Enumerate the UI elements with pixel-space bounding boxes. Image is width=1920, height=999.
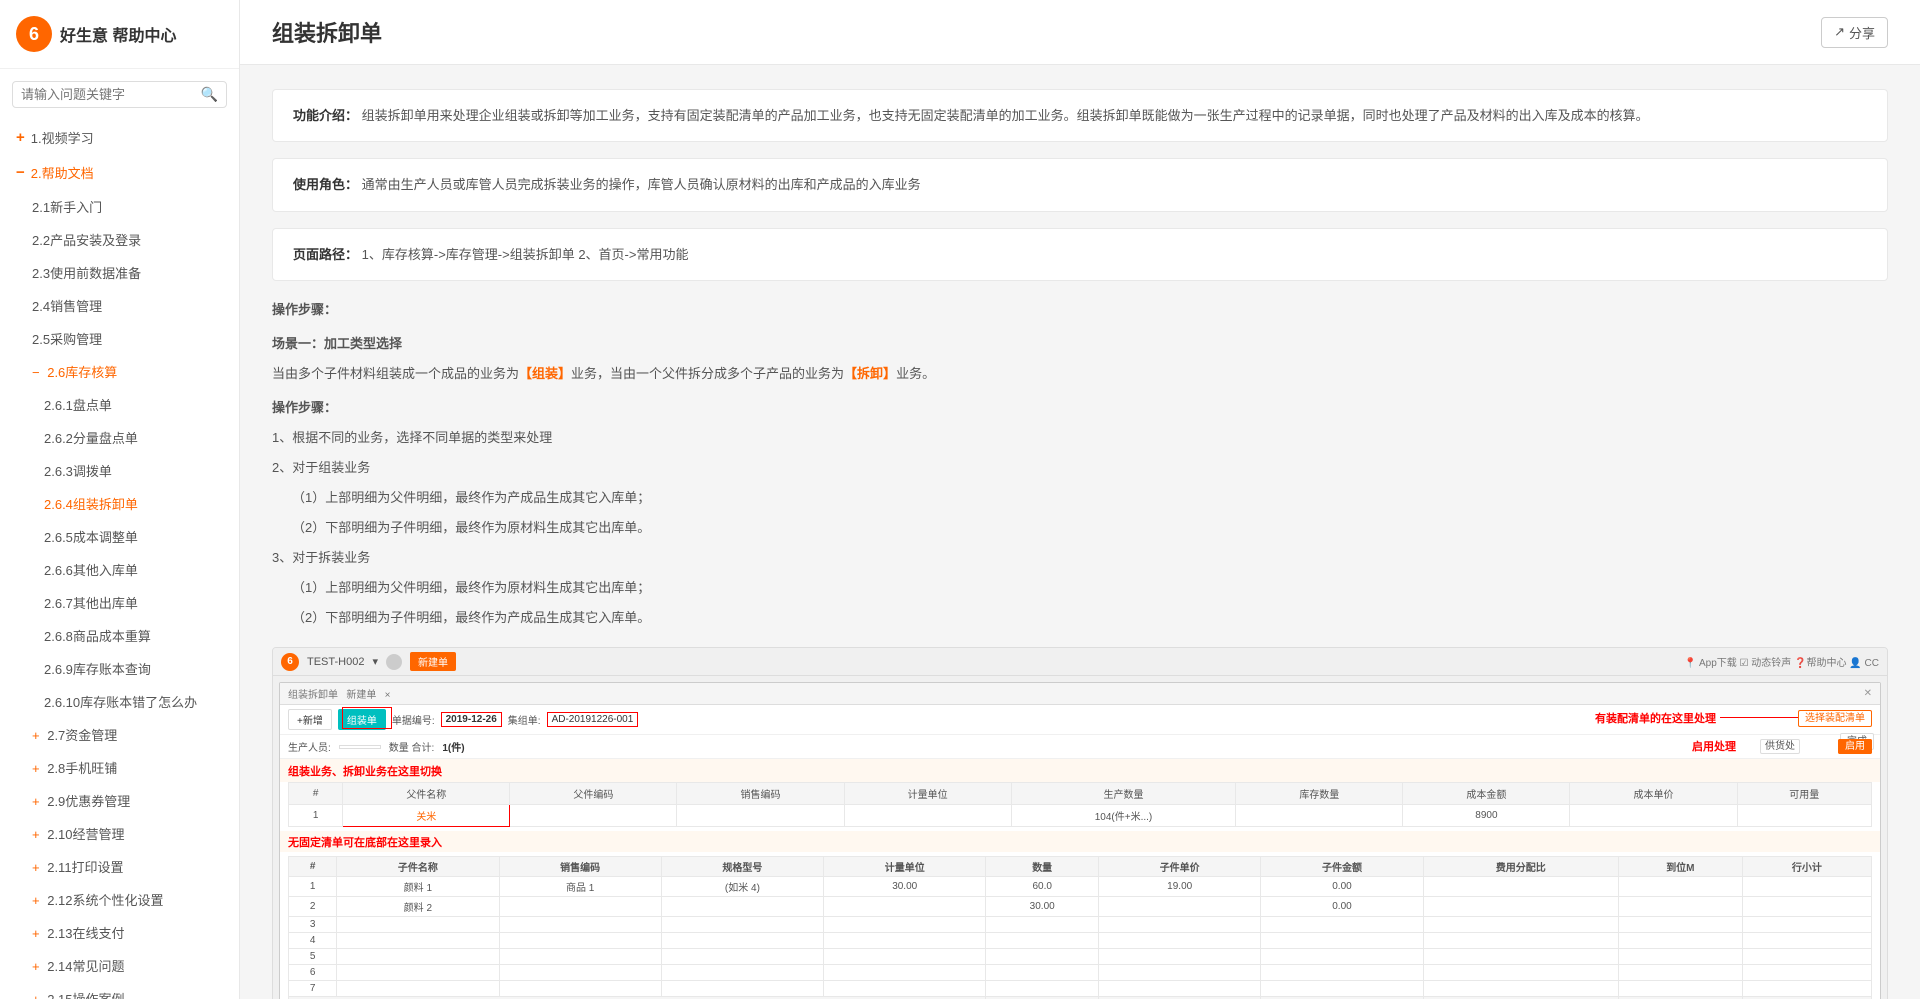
annotation-4: 无固定清单可在底部在这里录入 [288, 837, 442, 849]
sidebar-item-assembly[interactable]: 2.6.4组装拆卸单 [0, 487, 239, 520]
path-label: 页面路径： [293, 247, 358, 262]
mock-bill-no: AD-20191226-001 [547, 712, 639, 727]
role-box: 使用角色： 通常由生产人员或库管人员完成拆装业务的操作，库管人员确认原材料的出库… [272, 158, 1888, 211]
sidebar-item-sales[interactable]: 2.4销售管理 [0, 289, 239, 322]
intro-box: 功能介绍： 组装拆卸单用来处理企业组装或拆卸等加工业务，支持有固定装配清单的产品… [272, 89, 1888, 142]
app-title: 好生意 帮助中心 [60, 22, 176, 46]
sidebar-item-stock-query[interactable]: 2.6.9库存账本查询 [0, 652, 239, 685]
main-header: 组装拆卸单 ↗ 分享 [240, 0, 1920, 65]
mock-btn-new: +新增 [288, 709, 332, 730]
role-label: 使用角色： [293, 177, 358, 192]
sidebar-item-data-prep[interactable]: 2.3使用前数据准备 [0, 256, 239, 289]
mock-bill-date: 2019-12-26 [441, 712, 502, 727]
page-title: 组装拆卸单 [272, 16, 382, 48]
mock-logo: 6 [281, 653, 299, 671]
table-row: 1 关米 104(件+米...) 8900 [289, 805, 1872, 827]
sidebar-item-label: 1.视频学习 [31, 128, 94, 147]
step2-1: （1）上部明细为父件明细，最终作为产成品生成其它入库单； [272, 485, 1888, 511]
annotation-2: 组装业务、拆卸业务在这里切换 [288, 766, 442, 778]
scene1-label: 场景一：加工类型选择 [272, 331, 1888, 357]
sidebar-item-install[interactable]: 2.2产品安装及登录 [0, 223, 239, 256]
sidebar-item-ops[interactable]: + 2.10经营管理 [0, 817, 239, 850]
table-row: 5 [289, 949, 1872, 965]
step3: 3、对于拆装业务 [272, 545, 1888, 571]
expand-icon: + [16, 129, 25, 146]
path-text: 1、库存核算->库存管理->组装拆卸单 2、首页->常用功能 [362, 247, 689, 262]
step3-1: （1）上部明细为父件明细，最终作为原材料生成其它出库单； [272, 575, 1888, 601]
table-row: 1 颜料 1 商品 1 (如米 4) 30.00 60.0 19.00 0.00 [289, 877, 1872, 897]
mock-btn-enable: 启用 [1838, 739, 1872, 754]
screenshot-container: 6 TEST-H002 ▾ 新建单 📍 App下载 ☑ 动态铃声 ❓帮助中心 👤… [272, 647, 1888, 999]
ops-steps-label: 操作步骤： [272, 395, 1888, 421]
sidebar-item-cases[interactable]: + 2.15操作案例 [0, 982, 239, 999]
sidebar-item-cost-adjust[interactable]: 2.6.5成本调整单 [0, 520, 239, 553]
sidebar-item-other-out[interactable]: 2.6.7其他出库单 [0, 586, 239, 619]
mock-btn-type: 组装单 [338, 709, 386, 730]
child-table: # 子件名称 销售编码 规格型号 计量单位 数量 子件单价 子件金额 费用分配比 [288, 856, 1872, 999]
ops-label: 操作步骤： [272, 297, 1888, 323]
step2-2: （2）下部明细为子件明细，最终作为原材料生成其它出库单。 [272, 515, 1888, 541]
table-row: 7 [289, 981, 1872, 997]
annotation-3: 启用处理 [1688, 737, 1740, 755]
intro-label: 功能介绍： [293, 108, 358, 123]
logo-area: 6 好生意 帮助中心 [0, 0, 239, 69]
sidebar-item-stock-err[interactable]: 2.6.10库存账本错了怎么办 [0, 685, 239, 718]
share-icon: ↗ [1834, 24, 1845, 40]
sidebar-item-coupon[interactable]: + 2.9优惠券管理 [0, 784, 239, 817]
mock-screen: 6 TEST-H002 ▾ 新建单 📍 App下载 ☑ 动态铃声 ❓帮助中心 👤… [273, 648, 1887, 999]
annotation-1: 有装配清单的在这里处理 [1591, 709, 1720, 727]
annotation4-area: 无固定清单可在底部在这里录入 [280, 831, 1880, 852]
collapse-icon: − [16, 164, 25, 181]
sidebar-item-faq[interactable]: + 2.14常见问题 [0, 949, 239, 982]
sidebar-item-label: 2.帮助文档 [31, 163, 94, 182]
sidebar-item-adjust[interactable]: 2.6.3调拨单 [0, 454, 239, 487]
scene1-desc: 当由多个子件材料组装成一个成品的业务为【组装】业务，当由一个父件拆分成多个子产品… [272, 361, 1888, 387]
main-content-area: 组装拆卸单 ↗ 分享 功能介绍： 组装拆卸单用来处理企业组装或拆卸等加工业务，支… [240, 0, 1920, 999]
top-table-area: # 父件名称 父件编码 销售编码 计量单位 生产数量 库存数量 成本金额 成本单… [280, 782, 1880, 831]
logo-icon: 6 [16, 16, 52, 52]
mock-window: 组装拆卸单 新建单 × ✕ +新增 组装单 单据编号: 2019-12-26 集… [279, 682, 1881, 999]
table-row: 4 [289, 933, 1872, 949]
search-icon[interactable]: 🔍 [201, 86, 218, 103]
mock-window-bar: 组装拆卸单 新建单 × ✕ [280, 683, 1880, 705]
step1: 1、根据不同的业务，选择不同单据的类型来处理 [272, 425, 1888, 451]
main-body: 功能介绍： 组装拆卸单用来处理企业组装或拆卸等加工业务，支持有固定装配清单的产品… [240, 65, 1920, 999]
sidebar-item-docs[interactable]: − 2.帮助文档 [0, 155, 239, 190]
sidebar: 6 好生意 帮助中心 🔍 + 1.视频学习 − 2.帮助文档 2.1新手入门 2… [0, 0, 240, 999]
step2: 2、对于组装业务 [272, 455, 1888, 481]
sidebar-item-purchase[interactable]: 2.5采购管理 [0, 322, 239, 355]
intro-text: 组装拆卸单用来处理企业组装或拆卸等加工业务，支持有固定装配清单的产品加工业务，也… [362, 108, 1649, 123]
sidebar-item-video[interactable]: + 1.视频学习 [0, 120, 239, 155]
search-input[interactable] [21, 87, 201, 102]
table-row: 2 颜料 2 30.00 0.00 [289, 897, 1872, 917]
role-text: 通常由生产人员或库管人员完成拆装业务的操作，库管人员确认原材料的出库和产成品的入… [362, 177, 921, 192]
path-box: 页面路径： 1、库存核算->库存管理->组装拆卸单 2、首页->常用功能 [272, 228, 1888, 281]
parent-table: # 父件名称 父件编码 销售编码 计量单位 生产数量 库存数量 成本金额 成本单… [288, 782, 1872, 827]
sidebar-item-inventory[interactable]: − 2.6库存核算 [0, 355, 239, 388]
sidebar-item-print[interactable]: + 2.11打印设置 [0, 850, 239, 883]
sidebar-item-new-user[interactable]: 2.1新手入门 [0, 190, 239, 223]
sidebar-item-stocktake[interactable]: 2.6.1盘点单 [0, 388, 239, 421]
sidebar-item-custom[interactable]: + 2.12系统个性化设置 [0, 883, 239, 916]
table-row: 3 [289, 917, 1872, 933]
share-button[interactable]: ↗ 分享 [1821, 17, 1888, 48]
sidebar-item-partial-stock[interactable]: 2.6.2分量盘点单 [0, 421, 239, 454]
bottom-table-area: # 子件名称 销售编码 规格型号 计量单位 数量 子件单价 子件金额 费用分配比 [280, 856, 1880, 999]
sidebar-item-other-in[interactable]: 2.6.6其他入库单 [0, 553, 239, 586]
sidebar-item-mobile[interactable]: + 2.8手机旺铺 [0, 751, 239, 784]
sidebar-item-goods-cost[interactable]: 2.6.8商品成本重算 [0, 619, 239, 652]
sidebar-item-finance[interactable]: + 2.7资金管理 [0, 718, 239, 751]
sidebar-item-pay[interactable]: + 2.13在线支付 [0, 916, 239, 949]
ops-section: 操作步骤： 场景一：加工类型选择 当由多个子件材料组装成一个成品的业务为【组装】… [272, 297, 1888, 631]
table-row: 6 [289, 965, 1872, 981]
step3-2: （2）下部明细为子件明细，最终作为产成品生成其它入库单。 [272, 605, 1888, 631]
mock-test-id: TEST-H002 [307, 656, 364, 668]
mock-tab: 新建单 [410, 652, 456, 671]
mock-btn-select-bom: 选择装配清单 [1798, 708, 1872, 724]
search-box[interactable]: 🔍 [12, 81, 227, 108]
nav-section: + 1.视频学习 − 2.帮助文档 2.1新手入门 2.2产品安装及登录 2.3… [0, 120, 239, 999]
mock-field-enable: 供货处 [1760, 739, 1800, 754]
